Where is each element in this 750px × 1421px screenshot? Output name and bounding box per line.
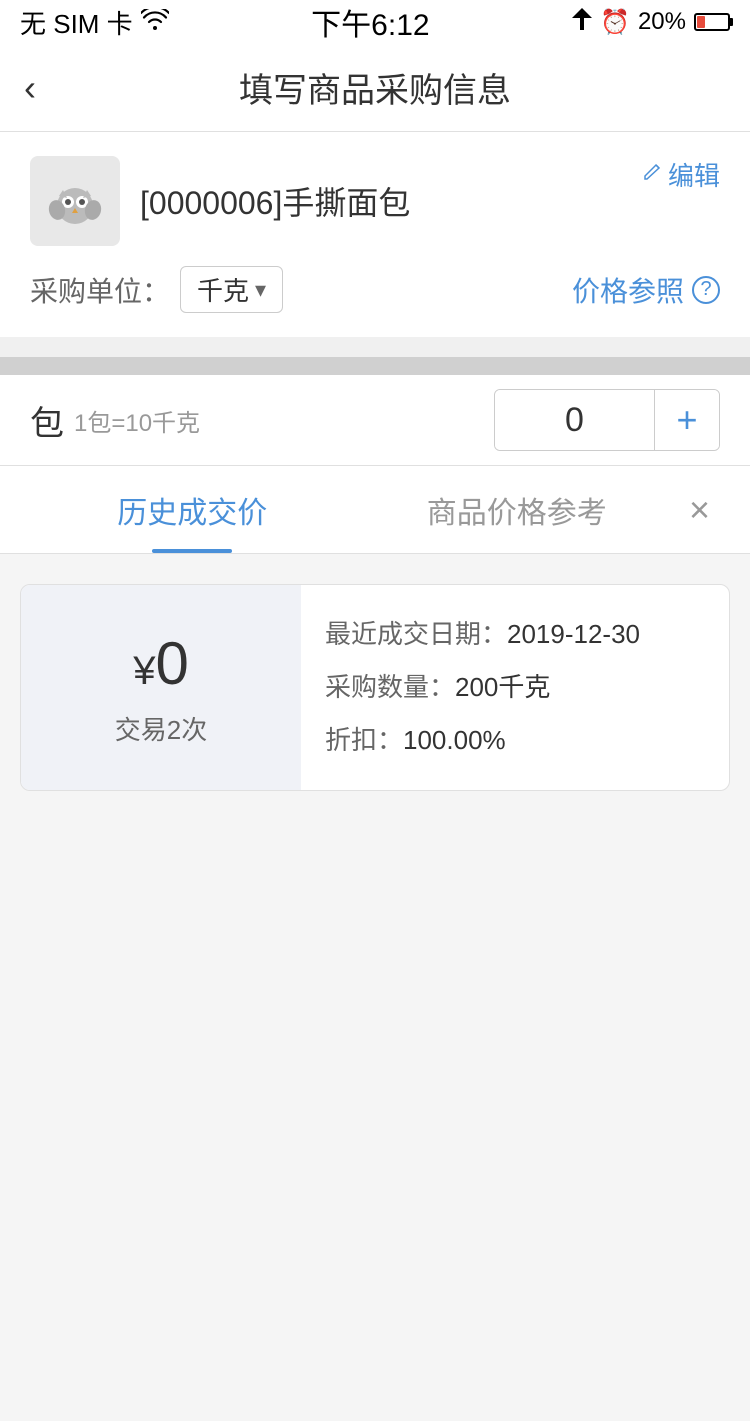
- help-icon: ?: [692, 276, 720, 304]
- price-ref-label: 价格参照: [572, 270, 684, 310]
- section-divider: [0, 357, 750, 375]
- quantity-conversion: 1包=10千克: [74, 403, 200, 438]
- product-section: [0000006]手撕面包 编辑 采购单位： 千克 ▾ 价格参照 ?: [0, 132, 750, 337]
- status-right: ⏰ 20%: [572, 8, 730, 37]
- tab-product-price-ref[interactable]: 商品价格参考: [354, 466, 678, 553]
- quantity-controls: +: [494, 389, 720, 451]
- price-card: ¥0 交易2次 最近成交日期：2019-12-30 采购数量：200千克 折扣：…: [20, 584, 730, 791]
- product-header: [0000006]手撕面包 编辑: [30, 156, 720, 246]
- quantity-detail-value: 200千克: [455, 672, 550, 702]
- edit-button[interactable]: 编辑: [642, 156, 720, 193]
- recent-date-row: 最近成交日期：2019-12-30: [325, 615, 705, 654]
- price-value: 0: [155, 630, 188, 697]
- discount-value: 100.00%: [403, 725, 506, 755]
- tab-history-price-label: 历史成交价: [117, 488, 267, 532]
- recent-date-label: 最近成交日期：: [325, 619, 507, 649]
- quantity-detail-label: 采购数量：: [325, 672, 455, 702]
- quantity-row-detail: 采购数量：200千克: [325, 668, 705, 707]
- battery-indicator: [694, 13, 730, 31]
- price-card-left: ¥0 交易2次: [21, 585, 301, 790]
- recent-date-value: 2019-12-30: [507, 619, 640, 649]
- quantity-unit-name: 包: [30, 396, 64, 445]
- edit-label: 编辑: [668, 156, 720, 193]
- price-amount: ¥0: [133, 629, 189, 698]
- product-unit-row: 采购单位： 千克 ▾ 价格参照 ?: [30, 266, 720, 313]
- sim-status: 无 SIM 卡: [20, 4, 133, 41]
- tab-product-price-ref-label: 商品价格参考: [427, 488, 607, 532]
- quantity-label: 包 1包=10千克: [30, 396, 200, 445]
- unit-label: 采购单位： 千克 ▾: [30, 266, 283, 313]
- tab-bar: 历史成交价 商品价格参考 ×: [0, 466, 750, 554]
- unit-label-text: 采购单位：: [30, 270, 170, 310]
- nav-bar: ‹ 填写商品采购信息: [0, 44, 750, 132]
- tab-history-price[interactable]: 历史成交价: [30, 466, 354, 553]
- content-area: ¥0 交易2次 最近成交日期：2019-12-30 采购数量：200千克 折扣：…: [0, 554, 750, 821]
- dropdown-arrow-icon: ▾: [255, 277, 266, 303]
- page-title: 填写商品采购信息: [239, 63, 511, 112]
- tab-container: 历史成交价 商品价格参考 ×: [0, 465, 750, 554]
- location-icon: [572, 8, 592, 37]
- unit-select[interactable]: 千克 ▾: [180, 266, 283, 313]
- time-display: 下午6:12: [311, 0, 429, 44]
- price-transactions: 交易2次: [115, 710, 207, 747]
- help-text: ?: [700, 278, 711, 301]
- edit-icon: [642, 160, 664, 189]
- price-ref-button[interactable]: 价格参照 ?: [572, 270, 720, 310]
- bottom-area: [0, 821, 750, 1421]
- discount-row: 折扣：100.00%: [325, 721, 705, 760]
- quantity-plus-button[interactable]: +: [655, 390, 719, 450]
- status-left: 无 SIM 卡: [20, 4, 169, 41]
- product-avatar: [30, 156, 120, 246]
- unit-value: 千克: [197, 271, 249, 308]
- alarm-icon: ⏰: [600, 8, 630, 37]
- currency-symbol: ¥: [133, 649, 155, 693]
- status-bar: 无 SIM 卡 下午6:12 ⏰ 20%: [0, 0, 750, 44]
- discount-label: 折扣：: [325, 725, 403, 755]
- product-info-left: [0000006]手撕面包: [30, 156, 410, 246]
- quantity-row: 包 1包=10千克 +: [0, 375, 750, 465]
- close-button[interactable]: ×: [679, 482, 720, 538]
- quantity-input[interactable]: [495, 390, 655, 450]
- back-button[interactable]: ‹: [24, 67, 36, 109]
- product-name: [0000006]手撕面包: [140, 178, 410, 224]
- battery-percent: 20%: [638, 8, 686, 36]
- price-card-right: 最近成交日期：2019-12-30 采购数量：200千克 折扣：100.00%: [301, 585, 729, 790]
- wifi-icon: [141, 7, 169, 38]
